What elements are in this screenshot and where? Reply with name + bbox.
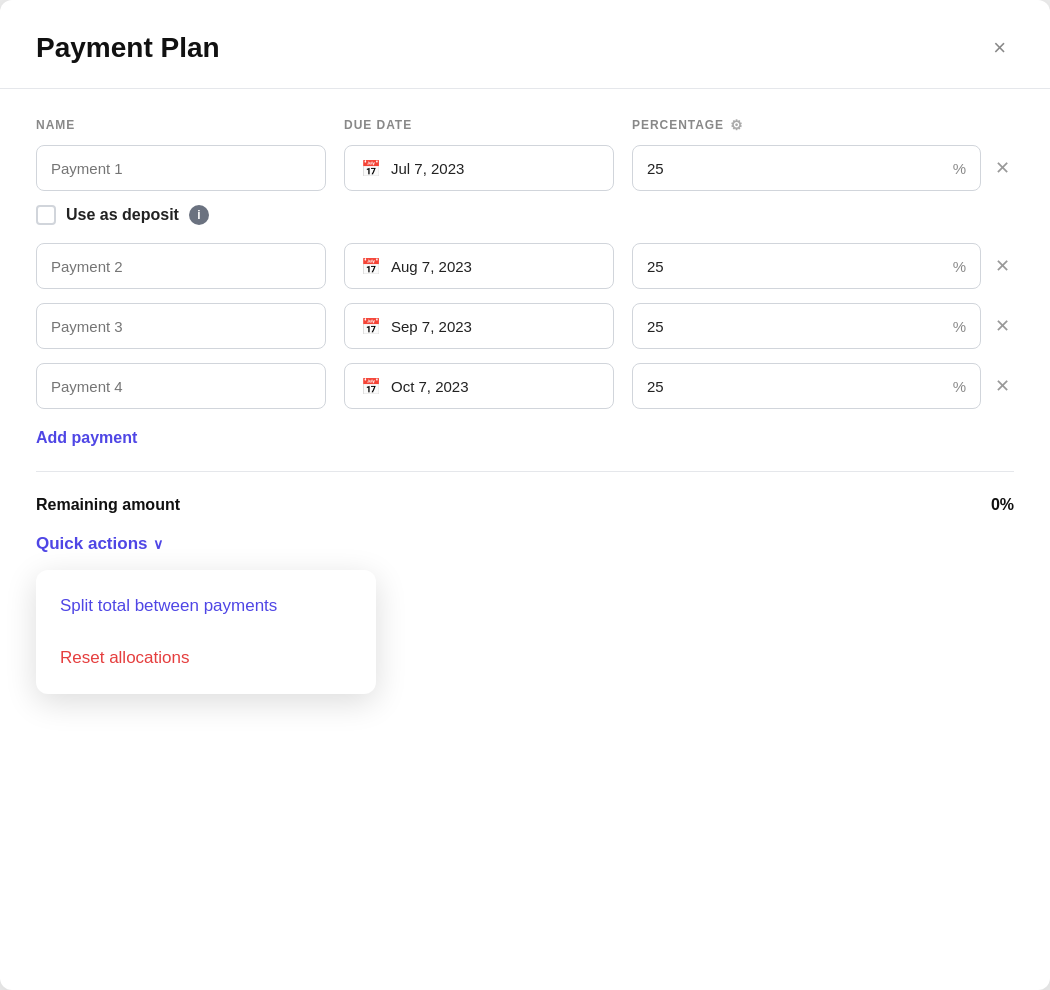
section-divider xyxy=(36,471,1014,472)
payment-3-percentage-input[interactable] xyxy=(647,318,953,335)
payment-2-date-button[interactable]: 📅 Aug 7, 2023 xyxy=(344,243,614,289)
payment-3-delete-button[interactable]: ✕ xyxy=(991,313,1014,339)
add-payment-button[interactable]: Add payment xyxy=(36,429,137,447)
quick-actions-button[interactable]: Quick actions ∨ xyxy=(36,534,163,554)
remaining-amount-label: Remaining amount xyxy=(36,496,180,514)
payment-3-date-button[interactable]: 📅 Sep 7, 2023 xyxy=(344,303,614,349)
gear-icon[interactable]: ⚙ xyxy=(730,117,744,133)
calendar-icon: 📅 xyxy=(361,159,381,178)
payment-4-delete-button[interactable]: ✕ xyxy=(991,373,1014,399)
remaining-amount-value: 0% xyxy=(991,496,1014,514)
payment-4-date-value: Oct 7, 2023 xyxy=(391,378,469,395)
column-header-percentage: PERCENTAGE ⚙ xyxy=(632,117,1014,133)
column-header-name: NAME xyxy=(36,118,326,132)
deposit-label: Use as deposit xyxy=(66,206,179,224)
info-icon[interactable]: i xyxy=(189,205,209,225)
chevron-down-icon: ∨ xyxy=(153,536,163,552)
calendar-icon: 📅 xyxy=(361,317,381,336)
payment-row-4: 📅 Oct 7, 2023 % ✕ xyxy=(36,363,1014,409)
payment-3-name-input[interactable] xyxy=(36,303,326,349)
payment-1-percentage-input[interactable] xyxy=(647,160,953,177)
payment-2-percentage-wrapper: % ✕ xyxy=(632,243,1014,289)
payment-3-date-value: Sep 7, 2023 xyxy=(391,318,472,335)
remaining-amount-row: Remaining amount 0% xyxy=(36,496,1014,514)
quick-actions-label: Quick actions xyxy=(36,534,147,554)
split-total-button[interactable]: Split total between payments xyxy=(36,580,376,632)
payment-row-3: 📅 Sep 7, 2023 % ✕ xyxy=(36,303,1014,349)
modal-header: Payment Plan × xyxy=(0,0,1050,89)
payment-1-percentage-wrapper: % ✕ xyxy=(632,145,1014,191)
column-header-due-date: DUE DATE xyxy=(344,118,614,132)
calendar-icon: 📅 xyxy=(361,377,381,396)
payment-3-percentage-input-wrap: % xyxy=(632,303,981,349)
payment-2-delete-button[interactable]: ✕ xyxy=(991,253,1014,279)
payment-1-name-input[interactable] xyxy=(36,145,326,191)
payment-2-name-input[interactable] xyxy=(36,243,326,289)
payment-2-percentage-input[interactable] xyxy=(647,258,953,275)
quick-actions-row: Quick actions ∨ Split total between paym… xyxy=(36,534,1014,554)
payment-1-date-value: Jul 7, 2023 xyxy=(391,160,464,177)
calendar-icon: 📅 xyxy=(361,257,381,276)
modal-body: NAME DUE DATE PERCENTAGE ⚙ 📅 Jul 7, 2023… xyxy=(0,89,1050,554)
payment-3-percentage-wrapper: % ✕ xyxy=(632,303,1014,349)
percent-symbol: % xyxy=(953,378,966,395)
payment-4-date-button[interactable]: 📅 Oct 7, 2023 xyxy=(344,363,614,409)
payment-1-date-button[interactable]: 📅 Jul 7, 2023 xyxy=(344,145,614,191)
payment-4-percentage-input[interactable] xyxy=(647,378,953,395)
column-headers: NAME DUE DATE PERCENTAGE ⚙ xyxy=(36,117,1014,133)
close-button[interactable]: × xyxy=(985,33,1014,63)
quick-actions-dropdown: Split total between payments Reset alloc… xyxy=(36,570,376,694)
percent-symbol: % xyxy=(953,160,966,177)
payment-2-percentage-input-wrap: % xyxy=(632,243,981,289)
deposit-row: Use as deposit i xyxy=(36,205,1014,225)
percent-symbol: % xyxy=(953,258,966,275)
modal-title: Payment Plan xyxy=(36,32,220,64)
payment-row-1: 📅 Jul 7, 2023 % ✕ xyxy=(36,145,1014,191)
payment-row-2: 📅 Aug 7, 2023 % ✕ xyxy=(36,243,1014,289)
payment-1-percentage-input-wrap: % xyxy=(632,145,981,191)
reset-allocations-button[interactable]: Reset allocations xyxy=(36,632,376,684)
percent-symbol: % xyxy=(953,318,966,335)
payment-4-percentage-input-wrap: % xyxy=(632,363,981,409)
payment-4-percentage-wrapper: % ✕ xyxy=(632,363,1014,409)
payment-2-date-value: Aug 7, 2023 xyxy=(391,258,472,275)
deposit-checkbox[interactable] xyxy=(36,205,56,225)
payment-1-delete-button[interactable]: ✕ xyxy=(991,155,1014,181)
payment-plan-modal: Payment Plan × NAME DUE DATE PERCENTAGE … xyxy=(0,0,1050,990)
payment-4-name-input[interactable] xyxy=(36,363,326,409)
